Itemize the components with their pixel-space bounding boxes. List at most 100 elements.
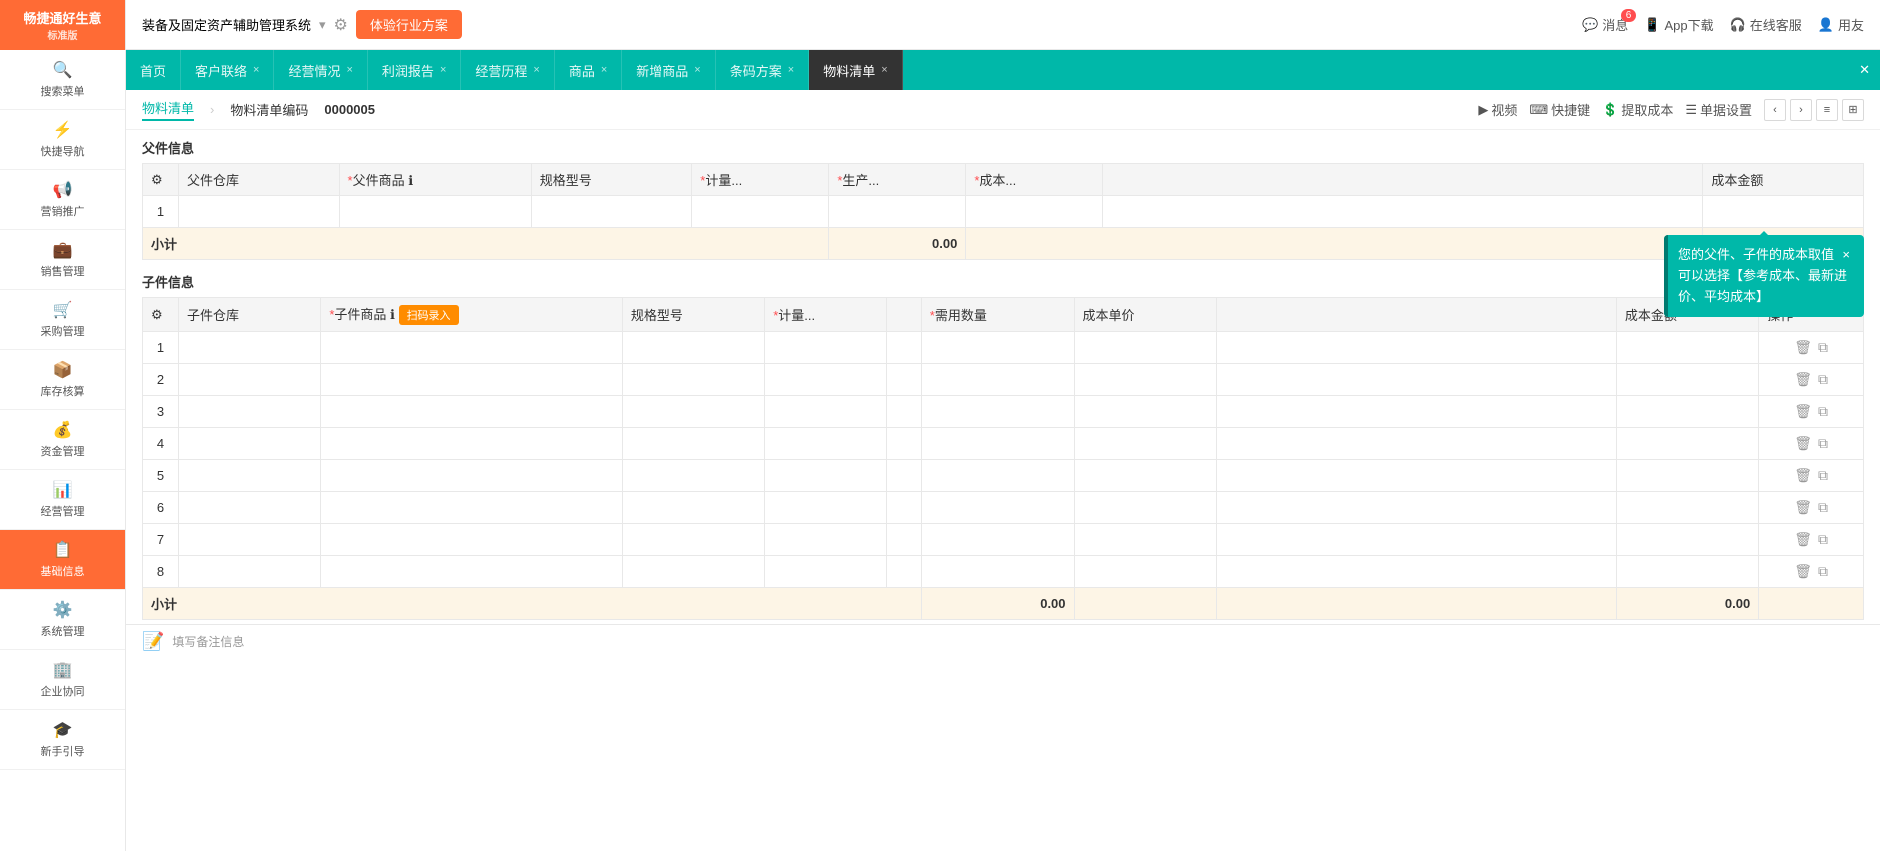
next-record-btn[interactable]: ›	[1790, 99, 1812, 121]
child-unit-cell[interactable]	[765, 524, 886, 556]
delete-icon[interactable]: 🗑	[1794, 467, 1812, 484]
gear-settings-icon[interactable]: ⚙	[334, 15, 348, 35]
user-group[interactable]: 👤 用友	[1818, 15, 1864, 34]
child-unit-cell[interactable]	[765, 556, 886, 588]
child-goods-cell[interactable]	[321, 364, 623, 396]
child-qty-cell[interactable]	[921, 556, 1074, 588]
tab-goods-close[interactable]: ×	[601, 64, 607, 76]
child-warehouse-cell[interactable]	[179, 364, 321, 396]
child-qty-cell[interactable]	[921, 332, 1074, 364]
close-all-tabs[interactable]: ✕	[1849, 62, 1880, 78]
delete-icon[interactable]: 🗑	[1794, 563, 1812, 580]
sidebar-item-basic-info[interactable]: 📋 基础信息	[0, 530, 125, 590]
child-warehouse-cell[interactable]	[179, 556, 321, 588]
copy-icon[interactable]: ⧉	[1818, 499, 1828, 516]
tab-customer[interactable]: 客户联络 ×	[181, 50, 274, 90]
app-download-group[interactable]: 📱 App下载	[1644, 15, 1713, 34]
copy-icon[interactable]: ⧉	[1818, 403, 1828, 420]
child-warehouse-cell[interactable]	[179, 396, 321, 428]
tab-bom-close[interactable]: ×	[881, 64, 887, 76]
child-col-gear[interactable]: ⚙	[143, 298, 179, 332]
note-placeholder[interactable]: 填写备注信息	[172, 633, 244, 650]
child-spec-cell[interactable]	[622, 396, 764, 428]
parent-warehouse-cell[interactable]	[179, 196, 340, 228]
delete-icon[interactable]: 🗑	[1794, 339, 1812, 356]
delete-icon[interactable]: 🗑	[1794, 435, 1812, 452]
child-qty-cell[interactable]	[921, 460, 1074, 492]
tab-customer-close[interactable]: ×	[253, 64, 259, 76]
child-spec-cell[interactable]	[622, 364, 764, 396]
child-goods-cell[interactable]	[321, 332, 623, 364]
copy-icon[interactable]: ⧉	[1818, 467, 1828, 484]
child-goods-cell[interactable]	[321, 524, 623, 556]
child-unit-cell[interactable]	[765, 460, 886, 492]
expand-btn[interactable]: ⊞	[1842, 99, 1864, 121]
dropdown-icon[interactable]: ▾	[319, 17, 326, 33]
child-unit-cost-cell[interactable]	[1074, 428, 1216, 460]
child-spec-cell[interactable]	[622, 524, 764, 556]
delete-icon[interactable]: 🗑	[1794, 499, 1812, 516]
tab-profit-close[interactable]: ×	[440, 64, 446, 76]
tab-barcode-close[interactable]: ×	[788, 64, 794, 76]
sidebar-item-marketing[interactable]: 📢 营销推广	[0, 170, 125, 230]
child-qty-cell[interactable]	[921, 364, 1074, 396]
child-unit-cost-cell[interactable]	[1074, 332, 1216, 364]
tab-history[interactable]: 经营历程 ×	[461, 50, 554, 90]
child-unit-cell[interactable]	[765, 428, 886, 460]
sidebar-item-enterprise[interactable]: 🏢 企业协同	[0, 650, 125, 710]
tab-barcode[interactable]: 条码方案 ×	[716, 50, 809, 90]
view-video-btn[interactable]: ▶ 视频	[1478, 100, 1517, 119]
child-unit-cell[interactable]	[765, 492, 886, 524]
tab-operation-status-close[interactable]: ×	[346, 64, 352, 76]
child-unit-cost-cell[interactable]	[1074, 396, 1216, 428]
tab-new-goods[interactable]: 新增商品 ×	[622, 50, 715, 90]
child-goods-cell[interactable]	[321, 396, 623, 428]
child-qty-cell[interactable]	[921, 428, 1074, 460]
child-goods-cell[interactable]	[321, 428, 623, 460]
sidebar-item-guide[interactable]: 🎓 新手引导	[0, 710, 125, 770]
tab-profit[interactable]: 利润报告 ×	[368, 50, 461, 90]
sidebar-item-quick-nav[interactable]: ⚡ 快捷导航	[0, 110, 125, 170]
child-unit-cost-cell[interactable]	[1074, 364, 1216, 396]
tab-goods[interactable]: 商品 ×	[555, 50, 622, 90]
child-spec-cell[interactable]	[622, 428, 764, 460]
child-qty-cell[interactable]	[921, 492, 1074, 524]
child-unit-cell[interactable]	[765, 332, 886, 364]
child-warehouse-cell[interactable]	[179, 460, 321, 492]
parent-unit-cell[interactable]	[692, 196, 829, 228]
parent-cost-cell[interactable]	[966, 196, 1103, 228]
child-qty-cell[interactable]	[921, 524, 1074, 556]
child-spec-cell[interactable]	[622, 332, 764, 364]
child-goods-cell[interactable]	[321, 556, 623, 588]
child-unit-cost-cell[interactable]	[1074, 556, 1216, 588]
child-spec-cell[interactable]	[622, 556, 764, 588]
parent-spec-cell[interactable]	[531, 196, 692, 228]
parent-production-cell[interactable]	[829, 196, 966, 228]
message-group[interactable]: 💬 消息 6	[1582, 15, 1628, 34]
online-support-group[interactable]: 🎧 在线客服	[1730, 15, 1802, 34]
parent-goods-cell[interactable]	[339, 196, 531, 228]
sidebar-item-inventory[interactable]: 📦 库存核算	[0, 350, 125, 410]
child-unit-cell[interactable]	[765, 364, 886, 396]
child-unit-cost-cell[interactable]	[1074, 492, 1216, 524]
cost-btn[interactable]: 💲 提取成本	[1602, 100, 1673, 119]
child-spec-cell[interactable]	[622, 492, 764, 524]
sidebar-item-sales[interactable]: 💼 销售管理	[0, 230, 125, 290]
child-unit-cell[interactable]	[765, 396, 886, 428]
sidebar-item-finance[interactable]: 💰 资金管理	[0, 410, 125, 470]
child-goods-cell[interactable]	[321, 492, 623, 524]
child-warehouse-cell[interactable]	[179, 492, 321, 524]
settings-btn[interactable]: ☰ 单据设置	[1685, 100, 1752, 119]
sidebar-item-system[interactable]: ⚙️ 系统管理	[0, 590, 125, 650]
delete-icon[interactable]: 🗑	[1794, 531, 1812, 548]
copy-icon[interactable]: ⧉	[1818, 339, 1828, 356]
list-view-btn[interactable]: ≡	[1816, 99, 1838, 121]
delete-icon[interactable]: 🗑	[1794, 371, 1812, 388]
shortcut-btn[interactable]: ⌨ 快捷键	[1529, 100, 1590, 119]
copy-icon[interactable]: ⧉	[1818, 531, 1828, 548]
breadcrumb-bom[interactable]: 物料清单	[142, 98, 194, 121]
sidebar-item-operation[interactable]: 📊 经营管理	[0, 470, 125, 530]
parent-col-gear[interactable]: ⚙	[143, 164, 179, 196]
child-spec-cell[interactable]	[622, 460, 764, 492]
scan-button[interactable]: 扫码录入	[399, 305, 459, 325]
